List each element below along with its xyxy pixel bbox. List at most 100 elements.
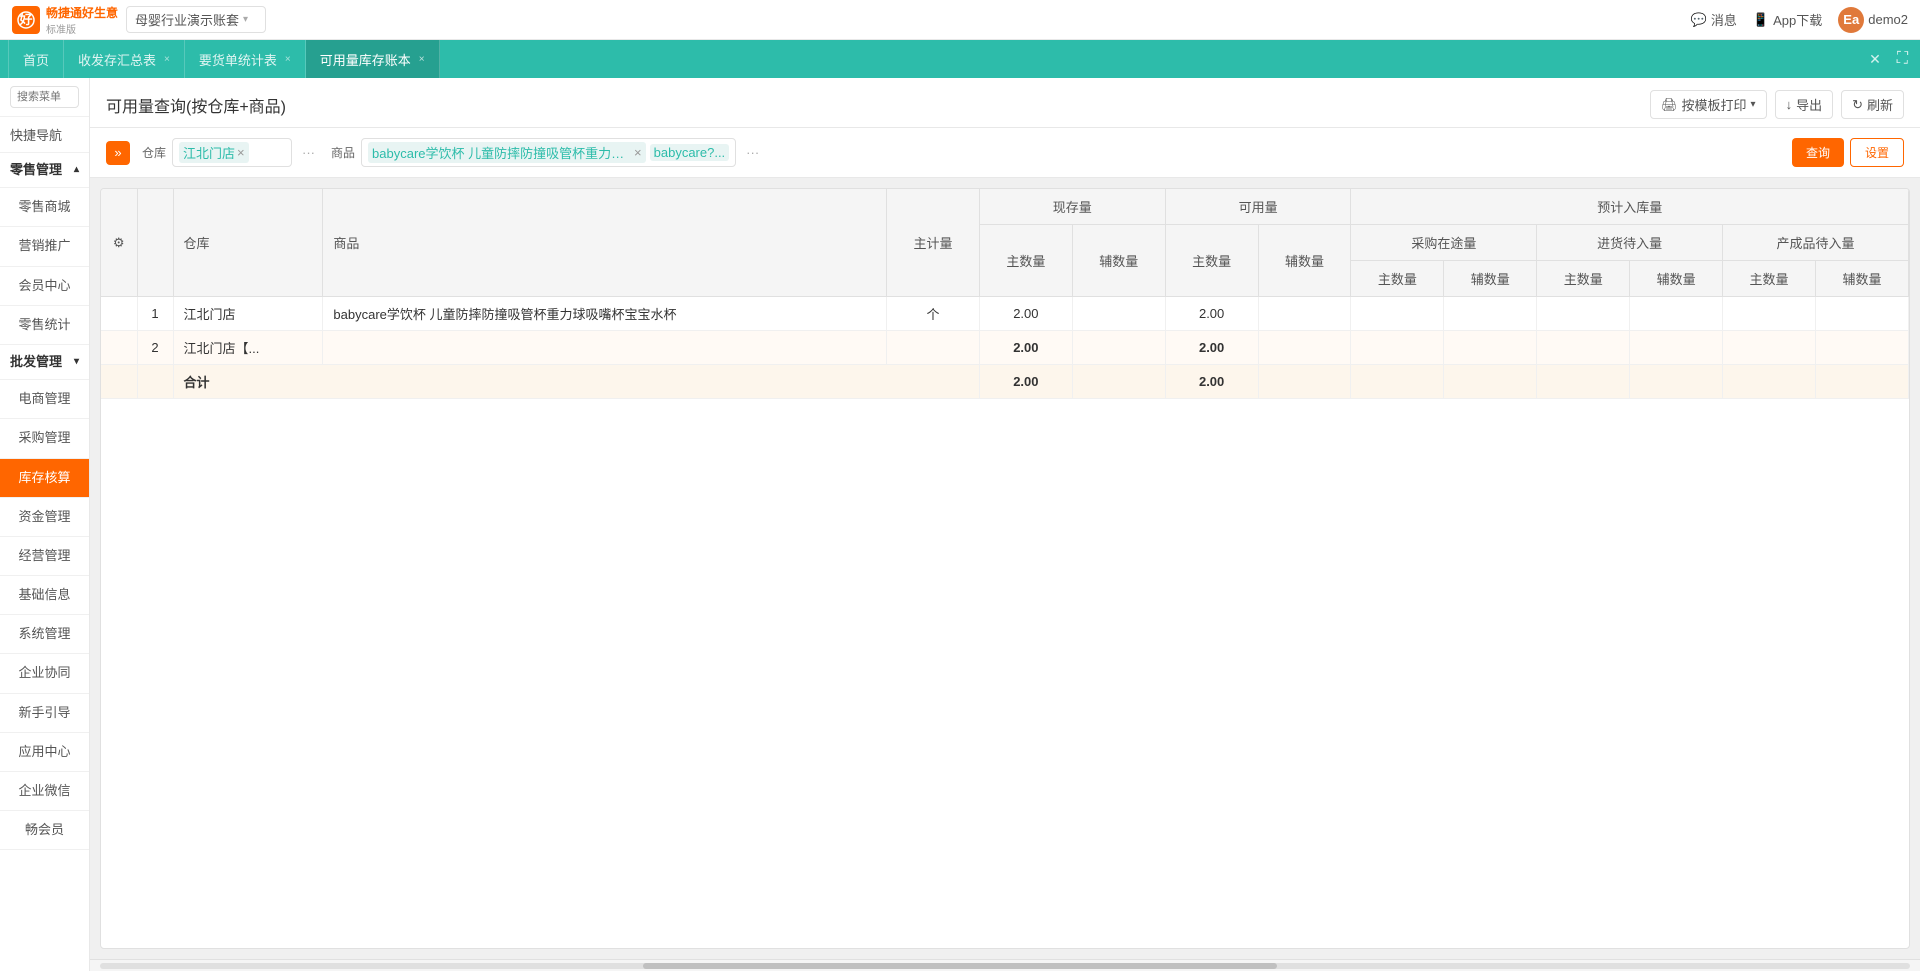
top-bar-left: 好 畅捷通好生意 标准版 母婴行业演示账套	[12, 4, 266, 36]
refresh-btn[interactable]: ↻ 刷新	[1841, 90, 1904, 119]
sidebar-enterprise-wechat-label: 企业微信	[18, 782, 70, 800]
settings-btn[interactable]: 设置	[1850, 138, 1904, 167]
row1-main-unit: 个	[887, 297, 980, 331]
th-settings: ⚙	[101, 189, 137, 297]
sidebar-item-inventory-check[interactable]: 库存核算	[0, 459, 89, 498]
sidebar-system-label: 系统管理	[18, 625, 70, 643]
footer-i-main	[1537, 365, 1630, 399]
sidebar-item-member-center[interactable]: 会员中心	[0, 267, 89, 306]
warehouse-tags[interactable]: 江北门店 ×	[172, 138, 292, 167]
tab-close-all-icon[interactable]: ✕	[1865, 51, 1885, 68]
sidebar-item-enterprise-collab[interactable]: 企业协同	[0, 654, 89, 693]
sidebar-item-finance-manage[interactable]: 资金管理	[0, 498, 89, 537]
th-avail-main-qty: 主数量	[1165, 225, 1258, 297]
export-icon: ↓	[1786, 97, 1793, 112]
row1-incoming-main	[1537, 297, 1630, 331]
sidebar-item-app-center[interactable]: 应用中心	[0, 733, 89, 772]
sidebar-purchase-label: 采购管理	[18, 429, 70, 447]
row2-warehouse: 江北门店【...	[173, 331, 323, 365]
sidebar-item-system-manage[interactable]: 系统管理	[0, 615, 89, 654]
user-name: demo2	[1868, 12, 1908, 27]
table-body: 1 江北门店 babycare学饮杯 儿童防摔防撞吸管杯重力球吸嘴杯宝宝水杯 个…	[101, 297, 1909, 365]
logo-text-area: 畅捷通好生意 标准版	[46, 4, 118, 36]
query-btn[interactable]: 查询	[1792, 138, 1844, 167]
filter-expand-btn[interactable]: »	[106, 141, 130, 165]
table-row: 2 江北门店【... 2.00 2.00	[101, 331, 1909, 365]
tab-collect-pay-close[interactable]: ×	[164, 54, 170, 65]
user-area[interactable]: Ea demo2	[1838, 7, 1908, 33]
sidebar-item-operation-manage[interactable]: 经营管理	[0, 537, 89, 576]
row2-avail-main: 2.00	[1165, 331, 1258, 365]
industry-select[interactable]: 母婴行业演示账套	[126, 6, 266, 33]
filter-actions: 查询 设置	[1792, 138, 1904, 167]
th-incoming-main: 主数量	[1537, 261, 1630, 297]
sidebar-new-guide-label: 新手引导	[18, 704, 70, 722]
row1-avail-main: 2.00	[1165, 297, 1258, 331]
sidebar-item-vip-member[interactable]: 畅会员	[0, 811, 89, 850]
chevron-down-icon	[243, 14, 248, 25]
warehouse-tag-close[interactable]: ×	[237, 145, 245, 160]
chevron-up-icon	[74, 163, 79, 177]
industry-select-text: 母婴行业演示账套	[135, 10, 239, 29]
table-header-row-1: ⚙ 仓库 商品 主计量 现存量	[101, 189, 1909, 225]
sidebar-item-retail-stats[interactable]: 零售统计	[0, 306, 89, 345]
sidebar-item-ecommerce-manage[interactable]: 电商管理	[0, 380, 89, 419]
th-product: 商品	[323, 189, 887, 297]
gear-icon[interactable]: ⚙	[113, 235, 125, 250]
th-current-aux-qty: 辅数量	[1072, 225, 1165, 297]
avatar-text: Ea	[1843, 12, 1859, 27]
sidebar-item-zero-retail-manage[interactable]: 零售管理	[0, 153, 89, 188]
export-btn[interactable]: ↓ 导出	[1775, 90, 1834, 119]
sidebar-item-wholesale-manage[interactable]: 批发管理	[0, 345, 89, 380]
table-row: 1 江北门店 babycare学饮杯 儿童防摔防撞吸管杯重力球吸嘴杯宝宝水杯 个…	[101, 297, 1909, 331]
row2-current-aux	[1072, 331, 1165, 365]
sidebar-item-marketing[interactable]: 营销推广	[0, 227, 89, 266]
footer-i-aux	[1630, 365, 1723, 399]
page-title: 可用量查询(按仓库+商品)	[106, 93, 286, 117]
th-purchase-transit-main: 主数量	[1351, 261, 1444, 297]
scrollbar-track[interactable]	[100, 963, 1910, 969]
sidebar-enterprise-collab-label: 企业协同	[18, 664, 70, 682]
sidebar-item-basic-info[interactable]: 基础信息	[0, 576, 89, 615]
app-download-btn[interactable]: 📱 App下载	[1753, 10, 1822, 29]
tab-home[interactable]: 首页	[8, 40, 64, 78]
scrollbar-thumb[interactable]	[643, 963, 1277, 969]
warehouse-ellipsis: ···	[298, 145, 319, 160]
row2-settings	[101, 331, 137, 365]
sidebar-retail-stats-label: 零售统计	[18, 316, 70, 334]
th-avail-aux-qty: 辅数量	[1258, 225, 1351, 297]
sidebar-item-purchase-manage[interactable]: 采购管理	[0, 419, 89, 458]
footer-current-main: 2.00	[979, 365, 1072, 399]
tab-expand-icon[interactable]: ⛶	[1893, 50, 1912, 68]
row1-current-aux	[1072, 297, 1165, 331]
search-input[interactable]	[10, 86, 79, 108]
table-container: ⚙ 仓库 商品 主计量 现存量	[100, 188, 1910, 949]
sidebar-inventory-label: 库存核算	[18, 469, 70, 487]
product-tag-1-close[interactable]: ×	[634, 145, 642, 160]
row2-finished-aux	[1815, 331, 1908, 365]
print-template-btn[interactable]: 🖨 按模板打印	[1650, 90, 1767, 119]
sidebar-item-quick-nav[interactable]: 快捷导航	[0, 117, 89, 153]
th-finished-aux: 辅数量	[1815, 261, 1908, 297]
th-incoming-aux: 辅数量	[1630, 261, 1723, 297]
th-expected-in: 预计入库量	[1351, 189, 1909, 225]
tab-requisition-close[interactable]: ×	[285, 54, 291, 65]
sidebar-item-new-guide[interactable]: 新手引导	[0, 694, 89, 733]
tab-available-stock-close[interactable]: ×	[419, 54, 425, 65]
tab-collect-pay[interactable]: 收发存汇总表 ×	[64, 40, 185, 78]
product-label: 商品	[331, 144, 355, 161]
logo-area: 好 畅捷通好生意 标准版	[12, 4, 118, 36]
th-current-main-qty: 主数量	[979, 225, 1072, 297]
product-tags[interactable]: babycare学饮杯 儿童防摔防撞吸管杯重力球吸嘴杯宝宝水杯 × babyca…	[361, 138, 736, 167]
sidebar-item-enterprise-wechat[interactable]: 企业微信	[0, 772, 89, 811]
sidebar-item-zero-retail-mall[interactable]: 零售商城	[0, 188, 89, 227]
row2-finished-main	[1723, 331, 1816, 365]
tab-available-stock[interactable]: 可用量库存账本 ×	[306, 40, 440, 78]
top-bar-right: 💬 消息 📱 App下载 Ea demo2	[1691, 7, 1908, 33]
row1-warehouse: 江北门店	[173, 297, 323, 331]
msg-icon: 💬	[1691, 12, 1707, 28]
message-btn[interactable]: 💬 消息	[1691, 10, 1737, 29]
app-label: App下载	[1773, 10, 1822, 29]
tab-requisition[interactable]: 要货单统计表 ×	[185, 40, 306, 78]
tab-home-label: 首页	[23, 50, 49, 69]
